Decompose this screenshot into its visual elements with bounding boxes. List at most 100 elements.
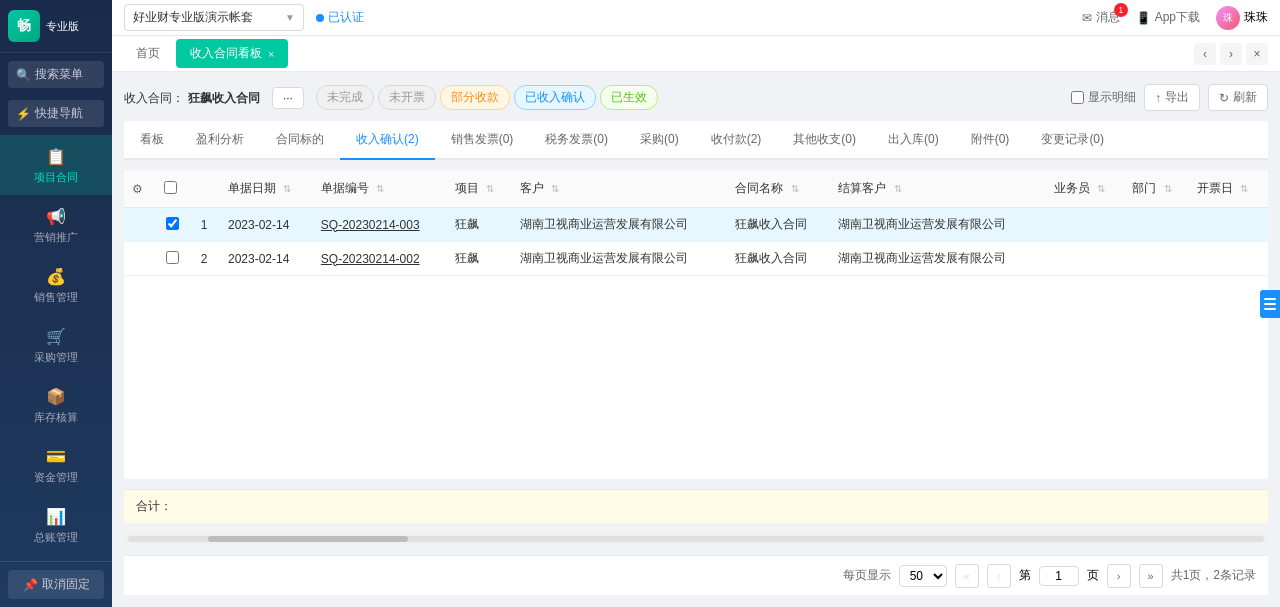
cell-contract-name: 狂飙收入合同 bbox=[727, 242, 830, 276]
column-settings-icon[interactable]: ⚙ bbox=[132, 182, 143, 196]
status-badge-confirmed[interactable]: 已收入确认 bbox=[514, 85, 596, 110]
sidebar-item-sales[interactable]: 💰销售管理 bbox=[0, 255, 112, 315]
th-order-no: 单据编号 ⇅ bbox=[313, 170, 447, 208]
sort-customer-icon[interactable]: ⇅ bbox=[551, 183, 559, 194]
cell-department bbox=[1124, 242, 1189, 276]
th-contract-name: 合同名称 ⇅ bbox=[727, 170, 830, 208]
tab-dashboard[interactable]: 看板 bbox=[124, 121, 180, 160]
home-tab[interactable]: 首页 bbox=[124, 39, 172, 68]
export-button[interactable]: ↑ 导出 bbox=[1144, 84, 1200, 111]
app-logo: 畅 专业版 bbox=[0, 0, 112, 53]
sidebar: 畅 专业版 🔍 搜索菜单 ⚡ 快捷导航 📋 项目合同 📢营销推广💰销售管理🛒采购管理… bbox=[0, 0, 112, 607]
nav-label-project: 项目合同 bbox=[34, 170, 78, 185]
search-menu-button[interactable]: 🔍 搜索菜单 bbox=[8, 61, 104, 88]
horizontal-scrollbar[interactable] bbox=[124, 533, 1268, 545]
sidebar-item-project[interactable]: 📋 项目合同 bbox=[0, 135, 112, 195]
tab-prev-button[interactable]: ‹ bbox=[1194, 43, 1216, 65]
panel-icon-line2 bbox=[1264, 303, 1276, 305]
pin-icon: 📌 bbox=[23, 578, 38, 592]
tab-tax_invoice[interactable]: 税务发票(0) bbox=[529, 121, 624, 160]
cell-order-no[interactable]: SQ-20230214-002 bbox=[313, 242, 447, 276]
cell-check bbox=[156, 242, 188, 276]
scrollbar-thumb[interactable] bbox=[208, 536, 408, 542]
tab-attachments[interactable]: 附件(0) bbox=[955, 121, 1026, 160]
first-page-button[interactable]: « bbox=[955, 564, 979, 588]
sidebar-item-inventory[interactable]: 📦库存核算 bbox=[0, 375, 112, 435]
panel-icon-line1 bbox=[1264, 298, 1276, 300]
cell-num: 2 bbox=[188, 242, 220, 276]
cell-date: 2023-02-14 bbox=[220, 242, 313, 276]
sidebar-item-purchase[interactable]: 🛒采购管理 bbox=[0, 315, 112, 375]
sort-date-icon[interactable]: ⇅ bbox=[283, 183, 291, 194]
tab-profit[interactable]: 盈利分析 bbox=[180, 121, 260, 160]
table-footer: 合计： bbox=[124, 489, 1268, 523]
sidebar-item-marketing[interactable]: 📢营销推广 bbox=[0, 195, 112, 255]
status-badge-partial[interactable]: 部分收款 bbox=[440, 85, 510, 110]
tab-next-button[interactable]: › bbox=[1220, 43, 1242, 65]
select-all-checkbox[interactable] bbox=[164, 181, 177, 194]
th-project: 项目 ⇅ bbox=[447, 170, 512, 208]
row-checkbox[interactable] bbox=[166, 217, 179, 230]
sidebar-item-general[interactable]: 📊总账管理 bbox=[0, 495, 112, 555]
table-row[interactable]: 1 2023-02-14 SQ-20230214-003 狂飙 湖南卫视商业运营… bbox=[124, 208, 1268, 242]
tab-purchase[interactable]: 采购(0) bbox=[624, 121, 695, 160]
sort-dept-icon[interactable]: ⇅ bbox=[1164, 183, 1172, 194]
last-page-button[interactable]: » bbox=[1139, 564, 1163, 588]
tab-income[interactable]: 收入确认(2) bbox=[340, 121, 435, 160]
cell-project: 狂飙 bbox=[447, 208, 512, 242]
sort-project-icon[interactable]: ⇅ bbox=[486, 183, 494, 194]
sort-order-icon[interactable]: ⇅ bbox=[376, 183, 384, 194]
company-selector[interactable]: 好业财专业版演示帐套 ▼ bbox=[124, 4, 304, 31]
status-filters: 未完成未开票部分收款已收入确认已生效 bbox=[316, 85, 658, 110]
message-button[interactable]: ✉ 消息 1 bbox=[1082, 9, 1120, 26]
right-panel-toggle[interactable] bbox=[1260, 290, 1280, 318]
app-download-button[interactable]: 📱 App下载 bbox=[1136, 9, 1200, 26]
sidebar-item-invoice[interactable]: 🧾发票管理 bbox=[0, 555, 112, 561]
row-checkbox[interactable] bbox=[166, 251, 179, 264]
main-content: 好业财专业版演示帐套 ▼ 已认证 ✉ 消息 1 📱 App下载 珠 珠珠 首页 bbox=[112, 0, 1280, 607]
user-menu[interactable]: 珠 珠珠 bbox=[1216, 6, 1268, 30]
tab-other_income[interactable]: 其他收支(0) bbox=[777, 121, 872, 160]
income-contract-tab[interactable]: 收入合同看板 × bbox=[176, 39, 288, 68]
sort-settlement-icon[interactable]: ⇅ bbox=[894, 183, 902, 194]
tab-warehouse[interactable]: 出入库(0) bbox=[872, 121, 955, 160]
nav-icon-purchase: 🛒 bbox=[45, 325, 67, 347]
sidebar-item-capital[interactable]: 💳资金管理 bbox=[0, 435, 112, 495]
cell-num: 1 bbox=[188, 208, 220, 242]
tab-standards[interactable]: 合同标的 bbox=[260, 121, 340, 160]
topbar-right: ✉ 消息 1 📱 App下载 珠 珠珠 bbox=[1082, 6, 1268, 30]
more-actions-button[interactable]: ··· bbox=[272, 87, 304, 109]
sort-contract-icon[interactable]: ⇅ bbox=[791, 183, 799, 194]
sort-open-date-icon[interactable]: ⇅ bbox=[1240, 183, 1248, 194]
detail-checkbox-input[interactable] bbox=[1071, 91, 1084, 104]
cell-settlement-customer: 湖南卫视商业运营发展有限公司 bbox=[830, 208, 1045, 242]
page-number-input[interactable] bbox=[1039, 566, 1079, 586]
table-row[interactable]: 2 2023-02-14 SQ-20230214-002 狂飙 湖南卫视商业运营… bbox=[124, 242, 1268, 276]
status-badge-unfinished[interactable]: 未完成 bbox=[316, 85, 374, 110]
table-header: ⚙ 单据日期 ⇅ 单据编号 ⇅ 项目 ⇅ 客户 ⇅ 合同名称 ⇅ 结算客户 ⇅ … bbox=[124, 170, 1268, 208]
sort-salesperson-icon[interactable]: ⇅ bbox=[1097, 183, 1105, 194]
status-badge-uninvoiced[interactable]: 未开票 bbox=[378, 85, 436, 110]
show-detail-checkbox[interactable]: 显示明细 bbox=[1071, 89, 1136, 106]
certified-badge: 已认证 bbox=[316, 9, 364, 26]
tab-payment[interactable]: 收付款(2) bbox=[695, 121, 778, 160]
tab-close-icon[interactable]: × bbox=[268, 48, 274, 60]
cell-open-date bbox=[1189, 242, 1268, 276]
next-page-button[interactable]: › bbox=[1107, 564, 1131, 588]
prev-page-button[interactable]: ‹ bbox=[987, 564, 1011, 588]
selector-arrow-icon: ▼ bbox=[285, 12, 295, 23]
refresh-button[interactable]: ↻ 刷新 bbox=[1208, 84, 1268, 111]
nav-icon-capital: 💳 bbox=[45, 445, 67, 467]
tab-changes[interactable]: 变更记录(0) bbox=[1025, 121, 1120, 160]
status-badge-active[interactable]: 已生效 bbox=[600, 85, 658, 110]
table-body: 1 2023-02-14 SQ-20230214-003 狂飙 湖南卫视商业运营… bbox=[124, 208, 1268, 276]
cell-open-date bbox=[1189, 208, 1268, 242]
tab-close-all-button[interactable]: × bbox=[1246, 43, 1268, 65]
page-size-select[interactable]: 50 bbox=[899, 565, 947, 587]
cell-contract-name: 狂飙收入合同 bbox=[727, 208, 830, 242]
quick-nav-button[interactable]: ⚡ 快捷导航 bbox=[8, 100, 104, 127]
unpin-button[interactable]: 📌 取消固定 bbox=[8, 570, 104, 599]
nav-icon-project: 📋 bbox=[45, 145, 67, 167]
cell-order-no[interactable]: SQ-20230214-003 bbox=[313, 208, 447, 242]
tab-sales_invoice[interactable]: 销售发票(0) bbox=[435, 121, 530, 160]
